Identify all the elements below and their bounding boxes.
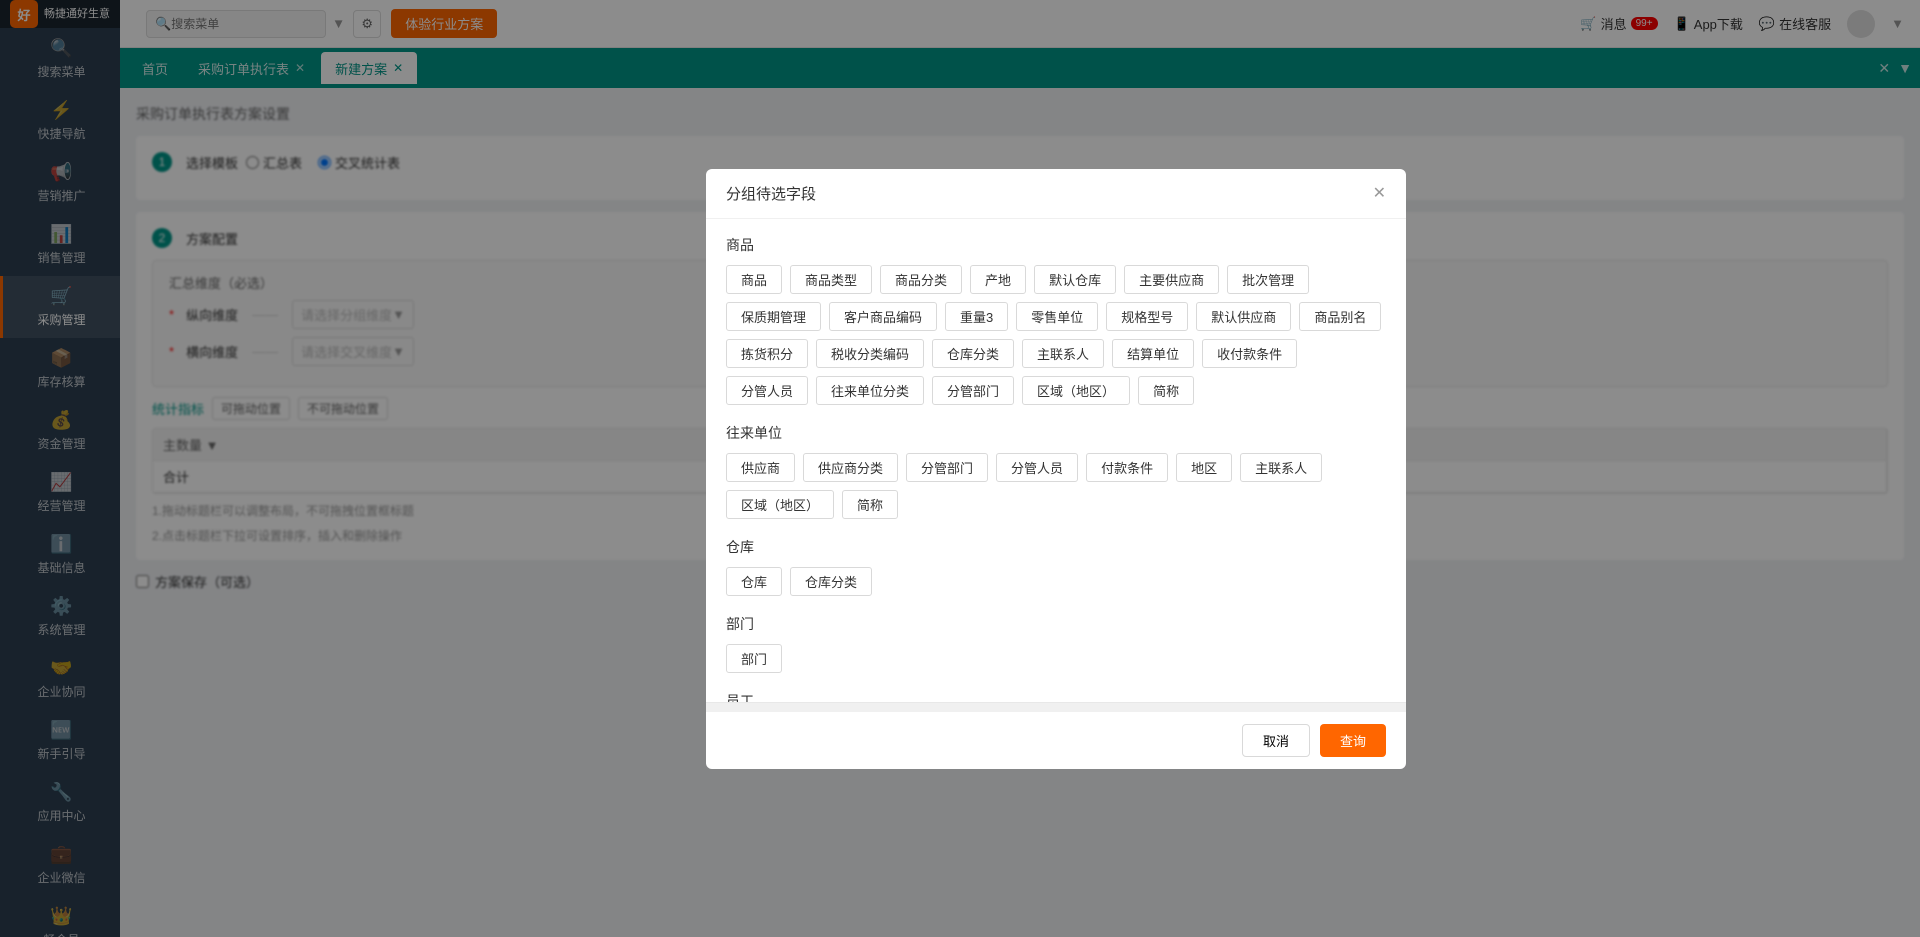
field-tag-0-2[interactable]: 商品分类 xyxy=(880,265,962,294)
field-tag-0-0[interactable]: 商品 xyxy=(726,265,782,294)
field-tag-0-8[interactable]: 客户商品编码 xyxy=(829,302,937,331)
field-tag-0-19[interactable]: 收付款条件 xyxy=(1202,339,1297,368)
field-tag-1-7[interactable]: 区域（地区） xyxy=(726,490,834,519)
field-tag-0-16[interactable]: 仓库分类 xyxy=(932,339,1014,368)
field-tag-1-0[interactable]: 供应商 xyxy=(726,453,795,482)
field-tag-0-6[interactable]: 批次管理 xyxy=(1227,265,1309,294)
field-tag-0-23[interactable]: 区域（地区） xyxy=(1022,376,1130,405)
field-tag-0-5[interactable]: 主要供应商 xyxy=(1124,265,1219,294)
field-tag-0-14[interactable]: 拣货积分 xyxy=(726,339,808,368)
field-tag-2-1[interactable]: 仓库分类 xyxy=(790,567,872,596)
modal-header: 分组待选字段 ✕ xyxy=(706,169,1406,219)
field-tag-1-1[interactable]: 供应商分类 xyxy=(803,453,898,482)
field-tag-2-0[interactable]: 仓库 xyxy=(726,567,782,596)
modal-hscroll[interactable] xyxy=(706,702,1406,711)
field-tag-0-3[interactable]: 产地 xyxy=(970,265,1026,294)
field-tag-0-22[interactable]: 分管部门 xyxy=(932,376,1014,405)
field-select-modal: 分组待选字段 ✕ 商品商品商品类型商品分类产地默认仓库主要供应商批次管理保质期管… xyxy=(706,169,1406,769)
field-tag-0-15[interactable]: 税收分类编码 xyxy=(816,339,924,368)
field-tag-1-4[interactable]: 付款条件 xyxy=(1086,453,1168,482)
field-group-2: 仓库仓库仓库分类 xyxy=(726,537,1386,596)
field-tags-0: 商品商品类型商品分类产地默认仓库主要供应商批次管理保质期管理客户商品编码重量3 零… xyxy=(726,265,1386,405)
field-tags-2: 仓库仓库分类 xyxy=(726,567,1386,596)
confirm-btn[interactable]: 查询 xyxy=(1320,724,1386,757)
field-tag-0-11[interactable]: 规格型号 xyxy=(1106,302,1188,331)
field-tag-0-17[interactable]: 主联系人 xyxy=(1022,339,1104,368)
field-tag-0-21[interactable]: 往来单位分类 xyxy=(816,376,924,405)
field-tag-3-0[interactable]: 部门 xyxy=(726,644,782,673)
field-tag-0-12[interactable]: 默认供应商 xyxy=(1196,302,1291,331)
field-tags-3: 部门 xyxy=(726,644,1386,673)
modal-title: 分组待选字段 xyxy=(726,183,816,204)
field-tag-1-2[interactable]: 分管部门 xyxy=(906,453,988,482)
modal-footer: 取消 查询 xyxy=(706,711,1406,769)
modal-close-btn[interactable]: ✕ xyxy=(1373,183,1386,203)
field-tag-0-7[interactable]: 保质期管理 xyxy=(726,302,821,331)
field-tag-1-3[interactable]: 分管人员 xyxy=(996,453,1078,482)
field-tag-0-24[interactable]: 简称 xyxy=(1138,376,1194,405)
cancel-btn[interactable]: 取消 xyxy=(1242,724,1310,757)
field-tag-0-13[interactable]: 商品别名 xyxy=(1299,302,1381,331)
field-tag-0-9[interactable]: 重量3 xyxy=(945,302,1008,331)
field-group-4: 员工业务员 xyxy=(726,691,1386,702)
field-group-0: 商品商品商品类型商品分类产地默认仓库主要供应商批次管理保质期管理客户商品编码重量… xyxy=(726,235,1386,405)
field-group-title-3: 部门 xyxy=(726,614,1386,634)
field-group-title-4: 员工 xyxy=(726,691,1386,702)
field-group-1: 往来单位供应商供应商分类分管部门分管人员付款条件地区主联系人区域（地区） 简称 xyxy=(726,423,1386,519)
field-tag-0-10[interactable]: 零售单位 xyxy=(1016,302,1098,331)
field-group-3: 部门部门 xyxy=(726,614,1386,673)
field-group-title-2: 仓库 xyxy=(726,537,1386,557)
field-tag-1-8[interactable]: 简称 xyxy=(842,490,898,519)
field-tags-1: 供应商供应商分类分管部门分管人员付款条件地区主联系人区域（地区） 简称 xyxy=(726,453,1386,519)
field-group-title-0: 商品 xyxy=(726,235,1386,255)
field-tag-0-18[interactable]: 结算单位 xyxy=(1112,339,1194,368)
field-tag-0-4[interactable]: 默认仓库 xyxy=(1034,265,1116,294)
field-tag-0-1[interactable]: 商品类型 xyxy=(790,265,872,294)
field-tag-1-6[interactable]: 主联系人 xyxy=(1240,453,1322,482)
field-tag-0-20[interactable]: 分管人员 xyxy=(726,376,808,405)
modal-body[interactable]: 商品商品商品类型商品分类产地默认仓库主要供应商批次管理保质期管理客户商品编码重量… xyxy=(706,219,1406,702)
field-tag-1-5[interactable]: 地区 xyxy=(1176,453,1232,482)
field-group-title-1: 往来单位 xyxy=(726,423,1386,443)
